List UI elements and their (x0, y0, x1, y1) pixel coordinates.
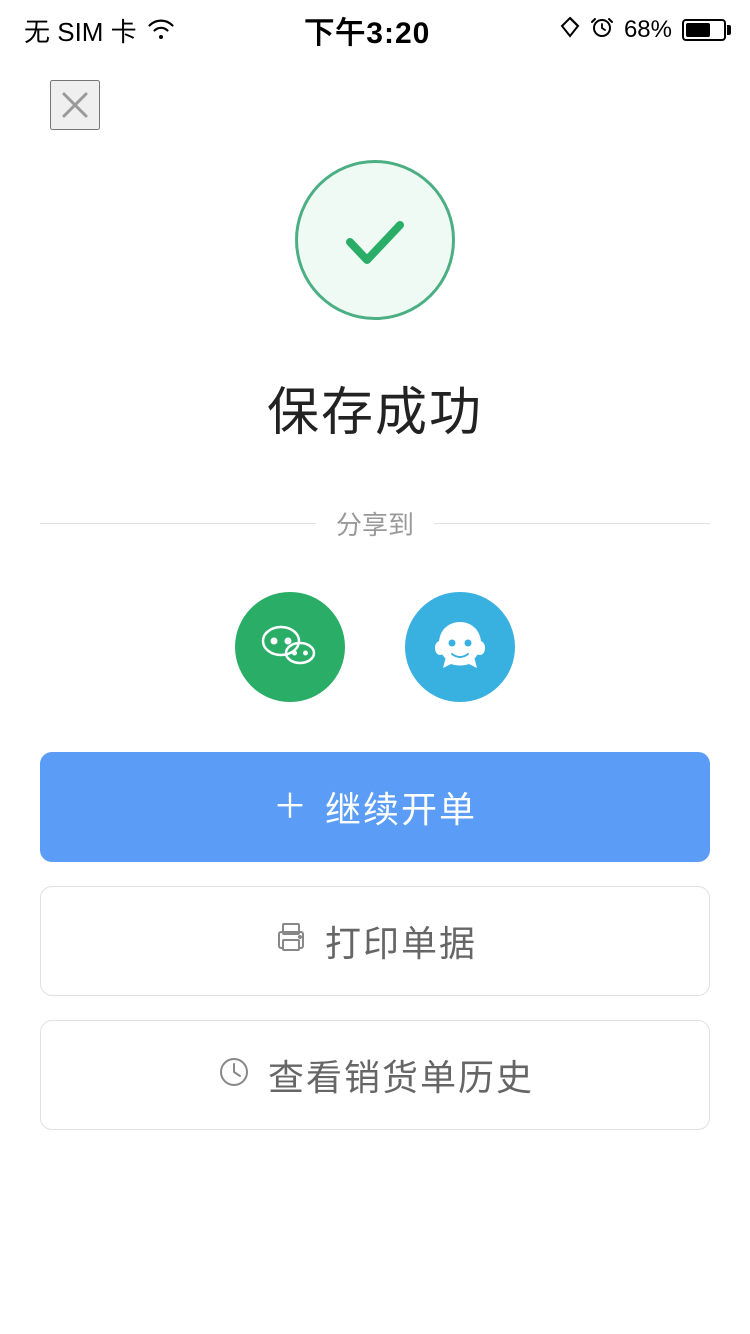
wifi-icon (147, 15, 175, 46)
continue-button[interactable]: ＋ 继续开单 (40, 752, 710, 862)
share-section: 分享到 (0, 505, 750, 702)
history-label: 查看销货单历史 (268, 1049, 534, 1101)
success-title: 保存成功 (267, 370, 483, 445)
continue-label: 继续开单 (325, 781, 477, 833)
share-icons (40, 592, 710, 702)
history-button[interactable]: 查看销货单历史 (40, 1020, 710, 1130)
status-right: 68% (560, 15, 726, 46)
wechat-share-button[interactable] (235, 592, 345, 702)
location-icon (560, 16, 580, 45)
status-left: 无 SIM 卡 (24, 12, 175, 49)
close-button[interactable] (50, 80, 100, 130)
alarm-icon (590, 15, 614, 46)
share-label: 分享到 (336, 505, 414, 542)
battery-percent: 68% (624, 16, 672, 44)
success-circle (295, 160, 455, 320)
carrier-text: 无 SIM 卡 (24, 12, 137, 49)
print-label: 打印单据 (325, 915, 477, 967)
main-content: 保存成功 分享到 (0, 60, 750, 1130)
print-icon (273, 920, 309, 962)
battery-icon (682, 19, 726, 41)
plus-icon: ＋ (273, 790, 309, 824)
status-bar: 无 SIM 卡 下午3:20 68% (0, 0, 750, 60)
qq-share-button[interactable] (405, 592, 515, 702)
battery-fill (686, 23, 710, 37)
action-buttons: ＋ 继续开单 打印单据 查看销货单历史 (0, 752, 750, 1130)
status-time: 下午3:20 (304, 8, 430, 52)
share-divider: 分享到 (40, 505, 710, 542)
print-button[interactable]: 打印单据 (40, 886, 710, 996)
history-icon (216, 1054, 252, 1096)
